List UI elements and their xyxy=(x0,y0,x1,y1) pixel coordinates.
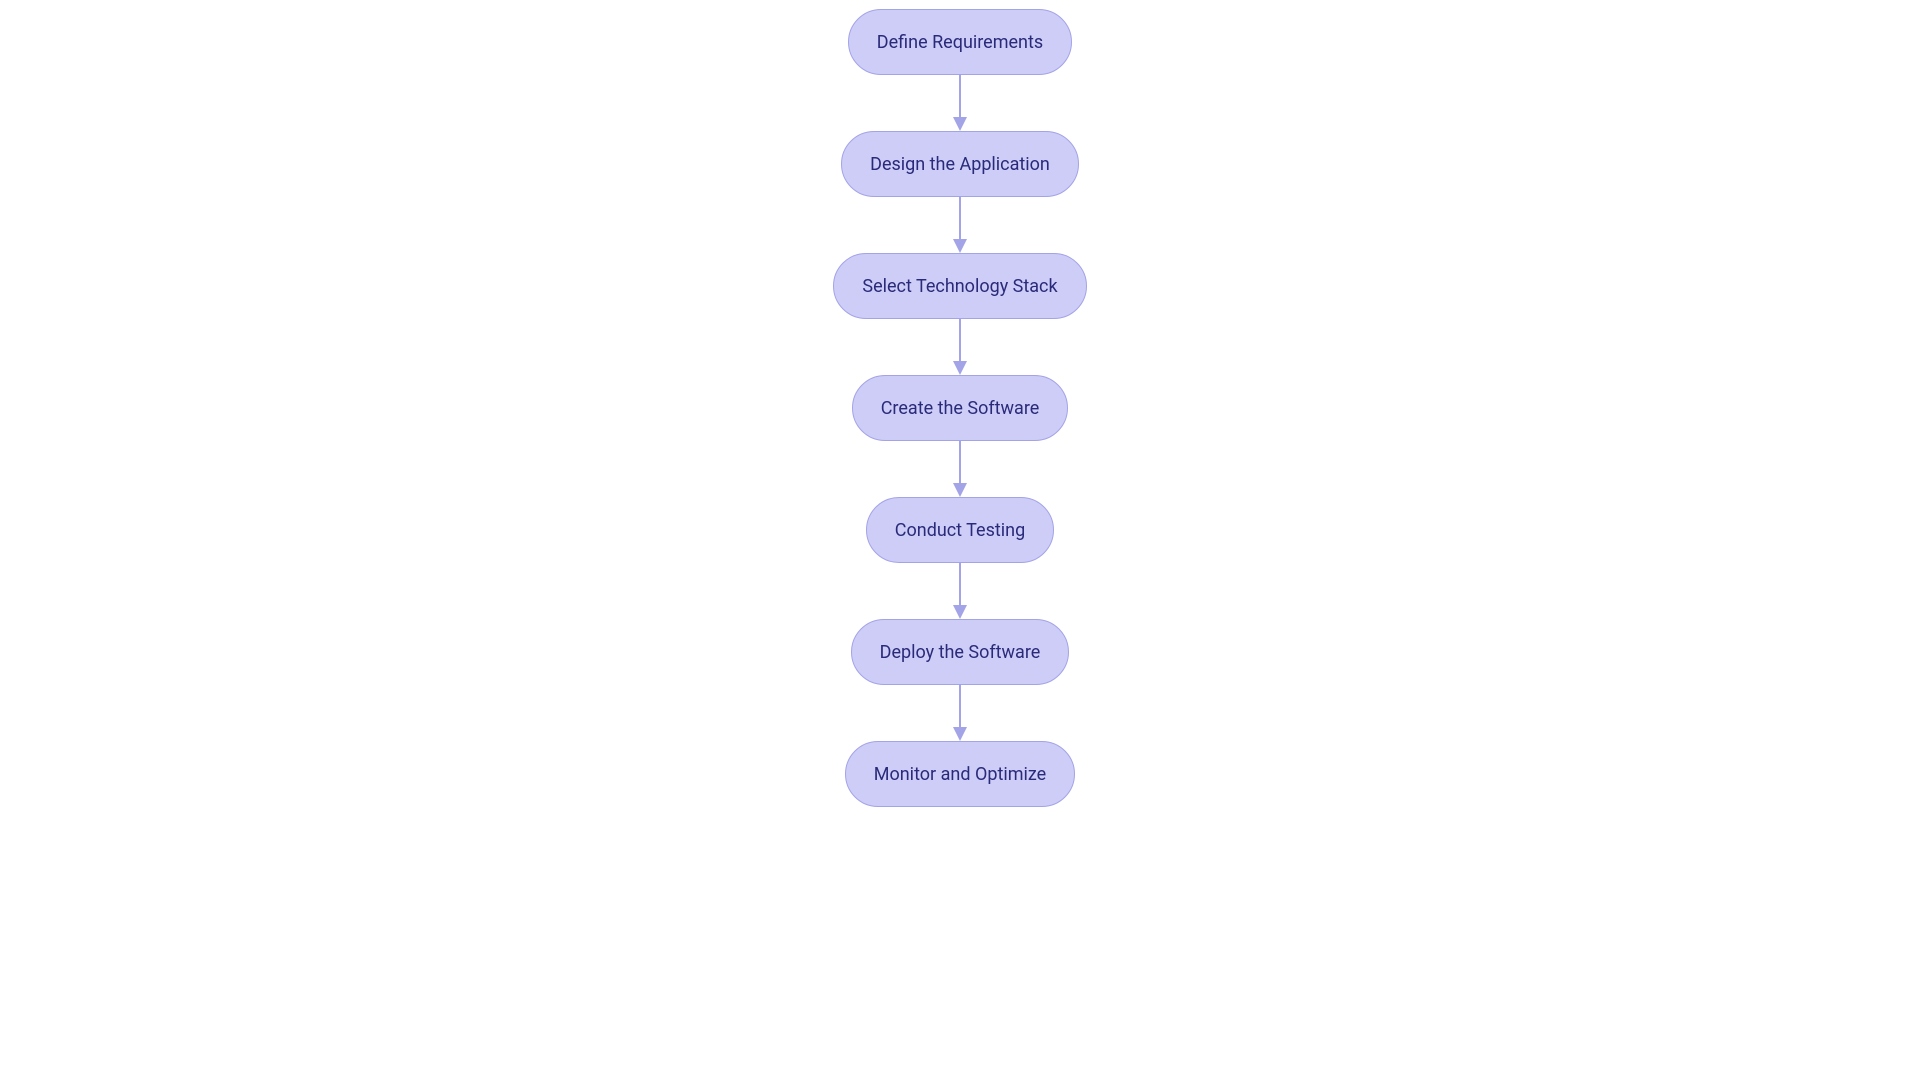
flow-node-define-requirements[interactable]: Define Requirements xyxy=(848,9,1072,75)
arrow-icon xyxy=(950,441,970,497)
arrow-icon xyxy=(950,319,970,375)
flow-node-label: Deploy the Software xyxy=(880,642,1041,663)
flow-node-label: Select Technology Stack xyxy=(862,276,1057,297)
flow-node-label: Define Requirements xyxy=(877,32,1043,53)
flowchart-container: Define Requirements Design the Applicati… xyxy=(833,9,1086,807)
flow-node-monitor-optimize[interactable]: Monitor and Optimize xyxy=(845,741,1075,807)
flow-node-label: Monitor and Optimize xyxy=(874,764,1046,785)
flow-node-select-technology[interactable]: Select Technology Stack xyxy=(833,253,1086,319)
flow-node-create-software[interactable]: Create the Software xyxy=(852,375,1069,441)
flow-node-deploy-software[interactable]: Deploy the Software xyxy=(851,619,1070,685)
flow-node-label: Conduct Testing xyxy=(895,520,1025,541)
flow-node-label: Design the Application xyxy=(870,154,1050,175)
arrow-icon xyxy=(950,75,970,131)
flow-node-conduct-testing[interactable]: Conduct Testing xyxy=(866,497,1054,563)
arrow-icon xyxy=(950,563,970,619)
arrow-icon xyxy=(950,197,970,253)
flow-node-design-application[interactable]: Design the Application xyxy=(841,131,1079,197)
flow-node-label: Create the Software xyxy=(881,398,1040,419)
arrow-icon xyxy=(950,685,970,741)
